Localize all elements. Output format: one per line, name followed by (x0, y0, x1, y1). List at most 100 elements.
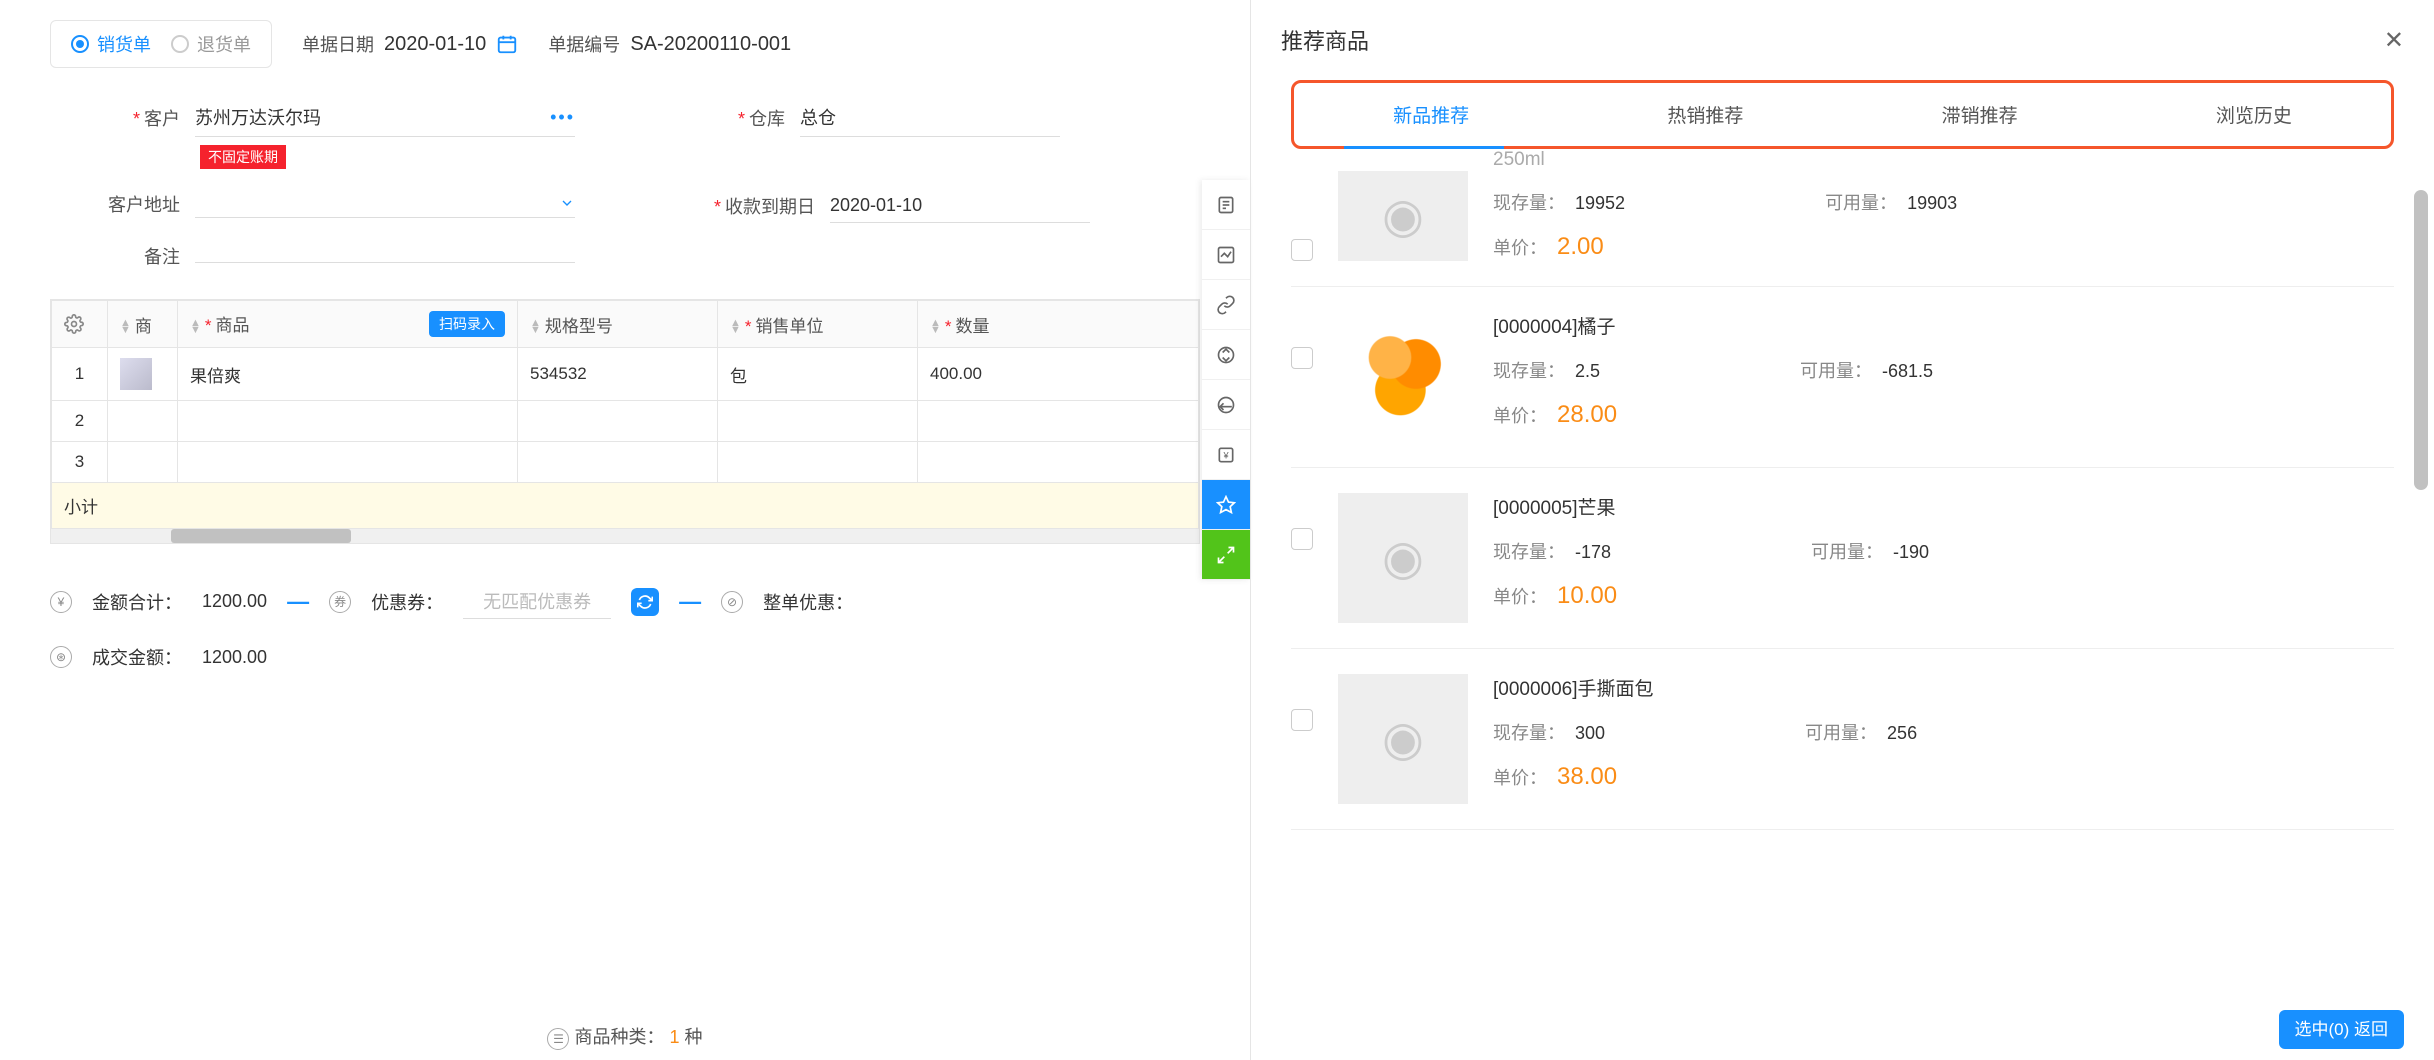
field-label: *仓库 (655, 105, 785, 131)
table-row[interactable]: 2 (52, 401, 1199, 442)
rail-note-icon[interactable] (1202, 180, 1250, 230)
svg-text:¥: ¥ (1222, 450, 1229, 460)
table-row[interactable]: 3 (52, 442, 1199, 483)
tab-return-order[interactable]: 退货单 (171, 31, 251, 57)
cell-qty[interactable]: 400.00 (918, 348, 1199, 401)
rail-star-icon[interactable] (1202, 480, 1250, 530)
order-discount-label: 整单优惠： (763, 589, 853, 615)
cell-product[interactable]: 果倍爽 (178, 348, 518, 401)
product-item[interactable]: ◉ [0000006]手撕面包 现存量：300 可用量：256 单价：38.00 (1291, 649, 2394, 830)
due-date-field[interactable]: *收款到期日 2020-01-10 (655, 189, 1090, 223)
gear-column-header[interactable] (52, 301, 108, 348)
price-value: 2.00 (1557, 233, 1604, 260)
product-item[interactable]: ◉ 250ml 现存量：19952 可用量：19903 单价：2.00 (1291, 149, 2394, 287)
cell-unit[interactable] (718, 442, 918, 483)
product-name: [0000005]芒果 (1493, 493, 2394, 520)
price-label: 单价： (1493, 768, 1547, 788)
horizontal-scrollbar[interactable] (51, 529, 1199, 543)
chevron-down-icon[interactable] (559, 195, 575, 211)
row-index: 2 (52, 401, 108, 442)
tab-label: 销货单 (97, 31, 151, 57)
customer-field[interactable]: *客户 苏州万达沃尔玛 ••• (50, 98, 575, 137)
coupon-label: 优惠券： (371, 589, 443, 615)
cell-qty[interactable] (918, 442, 1199, 483)
more-icon[interactable]: ••• (550, 107, 575, 128)
currency-icon: ¥ (50, 591, 72, 613)
deal-label: 成交金额： (92, 644, 182, 670)
cell-unit[interactable] (718, 401, 918, 442)
product-list: ◉ 250ml 现存量：19952 可用量：19903 单价：2.00 [000… (1251, 149, 2434, 1060)
avail-label: 可用量： (1805, 723, 1877, 743)
account-period-badge: 不固定账期 (200, 145, 286, 169)
price-value: 28.00 (1557, 401, 1617, 428)
sort-icon: ▲▼ (930, 320, 941, 334)
product-item[interactable]: [0000004]橘子 现存量：2.5 可用量：-681.5 单价：28.00 (1291, 287, 2394, 468)
avail-label: 可用量： (1800, 361, 1872, 381)
row-index: 3 (52, 442, 108, 483)
table-row[interactable]: 1 果倍爽 534532 包 400.00 (52, 348, 1199, 401)
rail-link-icon[interactable] (1202, 280, 1250, 330)
col-product[interactable]: ▲▼*商品扫码录入 (178, 301, 518, 348)
cell-spec[interactable] (518, 401, 718, 442)
recommendation-tabs: 新品推荐 热销推荐 滞销推荐 浏览历史 (1291, 80, 2394, 149)
rail-exchange-icon[interactable] (1202, 330, 1250, 380)
col-image[interactable]: ▲▼商 (108, 301, 178, 348)
customer-address-field[interactable]: 客户地址 (50, 189, 575, 218)
vertical-scrollbar[interactable] (2414, 190, 2428, 490)
rail-return-icon[interactable] (1202, 380, 1250, 430)
minus-icon: — (287, 589, 309, 615)
calendar-icon[interactable] (496, 33, 518, 55)
stock-value: 2.5 (1575, 361, 1600, 381)
cell-unit[interactable]: 包 (718, 348, 918, 401)
field-label: 客户地址 (50, 191, 180, 217)
deal-value: 1200.00 (202, 647, 267, 668)
scrollbar-thumb[interactable] (171, 529, 351, 543)
rail-currency-icon[interactable]: ¥ (1202, 430, 1250, 480)
product-item[interactable]: ◉ [0000005]芒果 现存量：-178 可用量：-190 单价：10.00 (1291, 468, 2394, 649)
cell-qty[interactable] (918, 401, 1199, 442)
remark-field[interactable]: 备注 (50, 243, 575, 269)
col-unit[interactable]: ▲▼*销售单位 (718, 301, 918, 348)
rail-expand-icon[interactable] (1202, 530, 1250, 580)
close-icon[interactable]: ✕ (2384, 26, 2404, 55)
product-checkbox[interactable] (1291, 528, 1313, 550)
coupon-input[interactable]: 无匹配优惠券 (463, 584, 611, 619)
product-checkbox[interactable] (1291, 239, 1313, 261)
col-qty[interactable]: ▲▼*数量 (918, 301, 1199, 348)
doc-no-field: 单据编号 SA-20200110-001 (548, 31, 791, 57)
refresh-coupon-button[interactable] (631, 588, 659, 616)
amount-value: 1200.00 (202, 591, 267, 612)
product-checkbox[interactable] (1291, 347, 1313, 369)
warehouse-field[interactable]: *仓库 总仓 (655, 98, 1060, 137)
selected-return-button[interactable]: 选中(0) 返回 (2279, 1010, 2405, 1049)
cell-product[interactable] (178, 442, 518, 483)
tab-new-products[interactable]: 新品推荐 (1294, 83, 1568, 146)
cell-spec[interactable]: 534532 (518, 348, 718, 401)
line-items-table: ▲▼商 ▲▼*商品扫码录入 ▲▼规格型号 ▲▼*销售单位 ▲▼*数量 1 果倍爽… (50, 299, 1200, 544)
cell-spec[interactable] (518, 442, 718, 483)
kinds-icon: ☰ (547, 1028, 569, 1050)
stock-value: -178 (1575, 542, 1611, 562)
product-checkbox[interactable] (1291, 709, 1313, 731)
scan-input-badge[interactable]: 扫码录入 (429, 311, 505, 337)
product-image (1338, 312, 1468, 442)
coupon-icon: 券 (329, 591, 351, 613)
warehouse-value: 总仓 (800, 104, 836, 130)
rail-chart-icon[interactable] (1202, 230, 1250, 280)
cell-product[interactable] (178, 401, 518, 442)
product-name: [0000004]橘子 (1493, 312, 2394, 339)
col-spec[interactable]: ▲▼规格型号 (518, 301, 718, 348)
tab-label: 退货单 (197, 31, 251, 57)
footer-summary: ☰ 商品种类： 1 种 (0, 1023, 1250, 1050)
tab-browse-history[interactable]: 浏览历史 (2117, 83, 2391, 146)
due-value: 2020-01-10 (830, 195, 922, 216)
tab-slow-products[interactable]: 滞销推荐 (1843, 83, 2117, 146)
cell-image (108, 442, 178, 483)
customer-value: 苏州万达沃尔玛 (195, 104, 321, 130)
doc-date-field[interactable]: 单据日期 2020-01-10 (302, 31, 518, 57)
tab-hot-products[interactable]: 热销推荐 (1568, 83, 1842, 146)
product-image: ◉ (1338, 493, 1468, 623)
stock-value: 300 (1575, 723, 1605, 743)
tab-sales-order[interactable]: 销货单 (71, 31, 151, 57)
recommended-products-panel: 推荐商品 ✕ 新品推荐 热销推荐 滞销推荐 浏览历史 ◉ 250ml 现存量：1… (1250, 0, 2434, 1060)
